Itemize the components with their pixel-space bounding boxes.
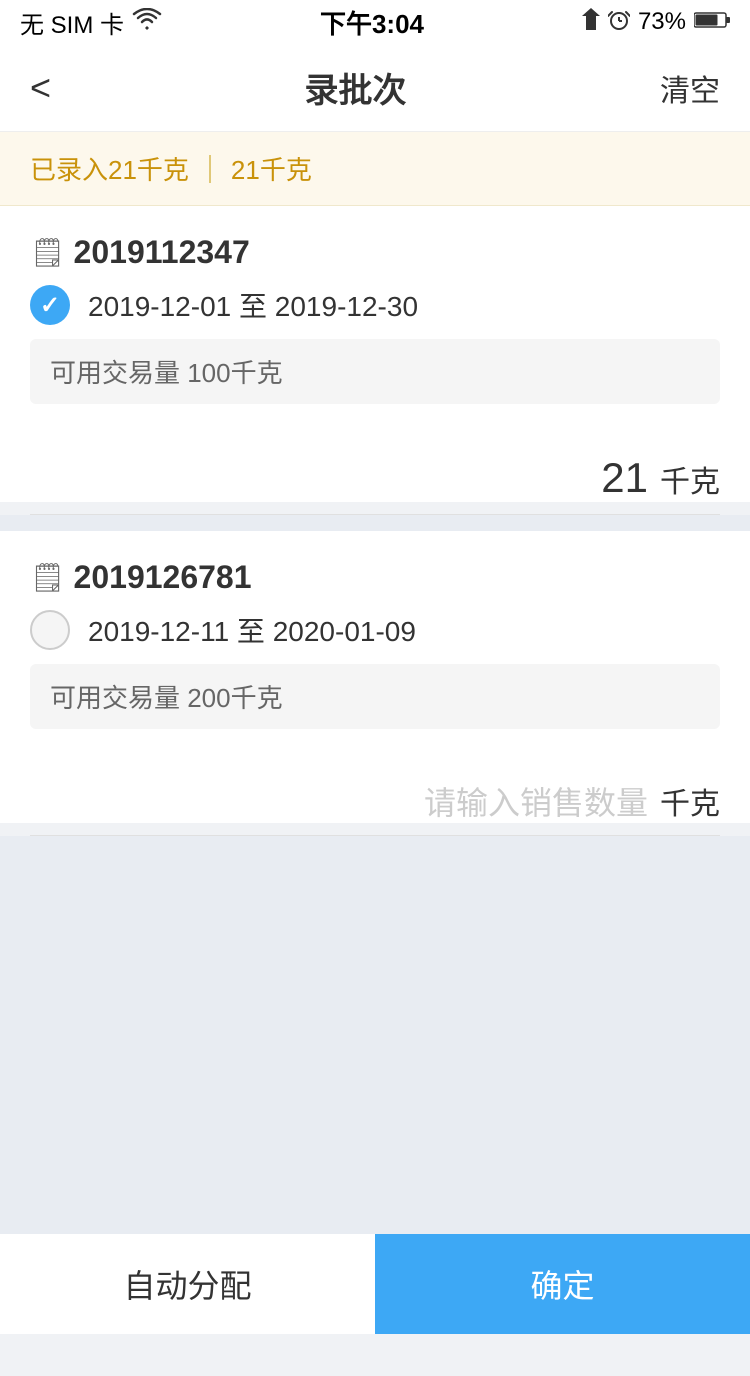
auto-distribute-button[interactable]: 自动分配 (0, 1234, 375, 1334)
batch2-id: 2019126781 (74, 559, 252, 596)
batch2-card: 🗒 2019126781 2019-12-11 至 2020-01-09 可用交… (0, 531, 750, 765)
batch2-input-row: 千克 (0, 765, 750, 823)
batch1-quantity-value: 21 (601, 454, 648, 502)
recorded-label: 已录入21千克 (30, 150, 189, 187)
location-icon (582, 8, 600, 37)
nav-bar: < 录批次 清空 (0, 44, 750, 132)
batch1-date-range: 2019-12-01 至 2019-12-30 (88, 285, 418, 325)
batch2-unit: 千克 (660, 779, 720, 823)
batch1-id: 2019112347 (74, 234, 250, 271)
batch1-quantity-row: 21 千克 (0, 440, 750, 502)
info-divider (209, 155, 211, 183)
back-button[interactable]: < (30, 67, 51, 109)
alarm-icon (608, 8, 630, 37)
recorded-value: 21千克 (231, 150, 312, 187)
status-left: 无 SIM 卡 (20, 5, 162, 40)
batch1-icon: 🗒 (30, 236, 66, 269)
confirm-button[interactable]: 确定 (375, 1234, 750, 1334)
batch2-available: 可用交易量 200千克 (30, 664, 720, 729)
batch1-available: 可用交易量 100千克 (30, 339, 720, 404)
carrier-text: 无 SIM 卡 (20, 5, 124, 40)
batch1-radio[interactable] (30, 285, 70, 325)
batch1-card: 🗒 2019112347 2019-12-01 至 2019-12-30 可用交… (0, 206, 750, 440)
status-bar: 无 SIM 卡 下午3:04 (0, 0, 750, 44)
batch2-qty-input[interactable] (348, 785, 648, 822)
info-banner: 已录入21千克 21千克 (0, 132, 750, 206)
batch2-date-range: 2019-12-11 至 2020-01-09 (88, 610, 416, 650)
battery-text: 73% (638, 8, 686, 36)
empty-area (0, 836, 750, 1276)
status-right: 73% (582, 8, 730, 37)
batch2-radio[interactable] (30, 610, 70, 650)
section-separator (0, 515, 750, 531)
status-time: 下午3:04 (320, 4, 424, 41)
bottom-bar: 自动分配 确定 (0, 1234, 750, 1334)
page-title: 录批次 (305, 63, 407, 112)
wifi-icon (132, 8, 162, 37)
clear-button[interactable]: 清空 (660, 66, 720, 110)
batch1-unit: 千克 (660, 457, 720, 501)
batch2-icon: 🗒 (30, 561, 66, 594)
battery-icon (694, 8, 730, 36)
